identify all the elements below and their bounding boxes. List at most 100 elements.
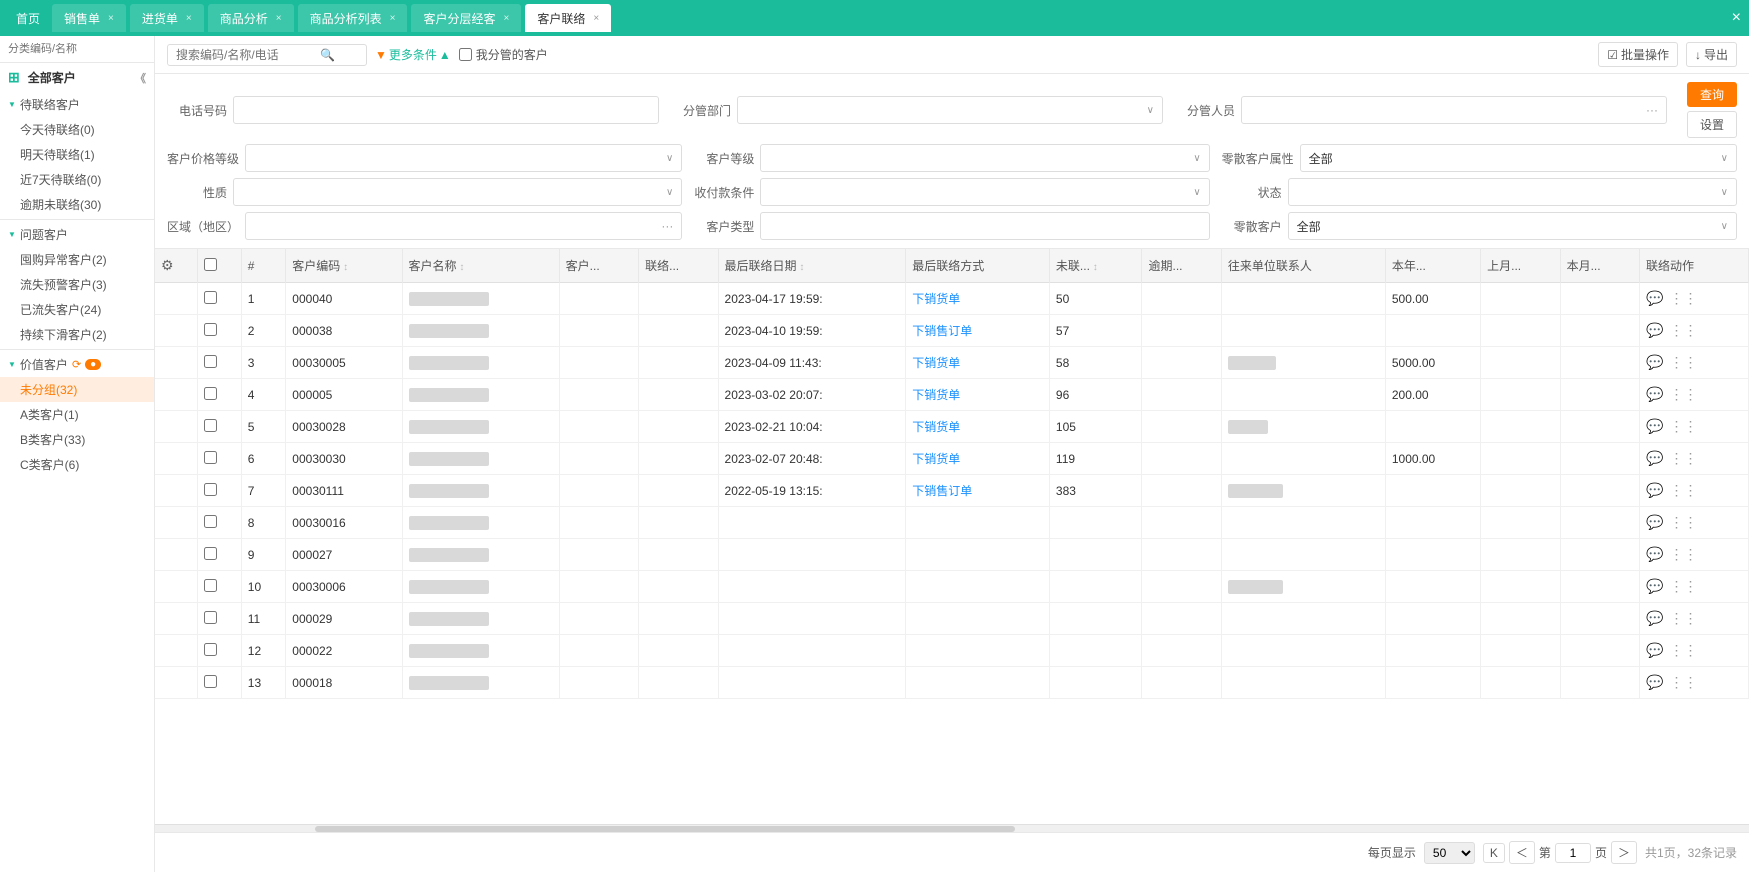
th-not-contact[interactable]: 未联... bbox=[1049, 249, 1142, 283]
retail-customer-input[interactable]: 全部 ∨ bbox=[1288, 212, 1737, 240]
tab-product-analysis-list[interactable]: 商品分析列表 × bbox=[298, 4, 408, 32]
main-search-input[interactable] bbox=[176, 48, 316, 62]
close-sales-order-icon[interactable]: × bbox=[108, 13, 114, 24]
row-checkbox[interactable] bbox=[204, 547, 217, 560]
row-last-way[interactable]: 下销售订单 bbox=[906, 475, 1050, 507]
th-settings[interactable]: ⚙ bbox=[155, 249, 197, 283]
row-gear-cell[interactable] bbox=[155, 507, 197, 539]
next-page-button[interactable]: ＞ bbox=[1611, 841, 1637, 864]
row-checkbox-cell[interactable] bbox=[197, 571, 241, 603]
row-checkbox[interactable] bbox=[204, 515, 217, 528]
menu-icon[interactable]: ⋮⋮ bbox=[1669, 642, 1697, 659]
menu-icon[interactable]: ⋮⋮ bbox=[1669, 546, 1697, 563]
menu-icon[interactable]: ⋮⋮ bbox=[1669, 322, 1697, 339]
chat-icon[interactable]: 💬 bbox=[1646, 418, 1663, 435]
row-checkbox[interactable] bbox=[204, 643, 217, 656]
menu-icon[interactable]: ⋮⋮ bbox=[1669, 290, 1697, 307]
menu-icon[interactable]: ⋮⋮ bbox=[1669, 514, 1697, 531]
row-checkbox-cell[interactable] bbox=[197, 411, 241, 443]
region-input[interactable]: ··· bbox=[245, 212, 682, 240]
chat-icon[interactable]: 💬 bbox=[1646, 578, 1663, 595]
my-customers-checkbox[interactable]: 我分管的客户 bbox=[459, 46, 548, 63]
row-gear-cell[interactable] bbox=[155, 539, 197, 571]
row-checkbox[interactable] bbox=[204, 323, 217, 336]
sidebar-item-7days[interactable]: 近7天待联络(0) bbox=[0, 167, 154, 192]
row-last-way[interactable] bbox=[906, 507, 1050, 539]
sidebar-item-churned[interactable]: 已流失客户(24) bbox=[0, 297, 154, 322]
row-checkbox-cell[interactable] bbox=[197, 475, 241, 507]
settings-icon[interactable]: ⚙ bbox=[161, 257, 174, 273]
close-purchase-order-icon[interactable]: × bbox=[186, 13, 192, 24]
row-last-way[interactable]: 下销售订单 bbox=[906, 315, 1050, 347]
row-checkbox[interactable] bbox=[204, 483, 217, 496]
customer-level-input[interactable]: ∨ bbox=[760, 144, 1209, 172]
scroll-thumb[interactable] bbox=[315, 826, 1015, 832]
row-checkbox-cell[interactable] bbox=[197, 283, 241, 315]
sidebar-item-class-c[interactable]: C类客户(6) bbox=[0, 452, 154, 477]
tab-customer-contact[interactable]: 客户联络 × bbox=[525, 4, 611, 32]
menu-icon[interactable]: ⋮⋮ bbox=[1669, 610, 1697, 627]
sidebar-item-ungrouped[interactable]: 未分组(32) bbox=[0, 377, 154, 402]
sidebar-item-overdue[interactable]: 逾期未联络(30) bbox=[0, 192, 154, 217]
th-last-date[interactable]: 最后联络日期 bbox=[718, 249, 906, 283]
row-gear-cell[interactable] bbox=[155, 571, 197, 603]
row-last-way[interactable]: 下销货单 bbox=[906, 379, 1050, 411]
row-checkbox[interactable] bbox=[204, 611, 217, 624]
row-last-way[interactable]: 下销货单 bbox=[906, 347, 1050, 379]
sidebar-item-class-a[interactable]: A类客户(1) bbox=[0, 402, 154, 427]
row-gear-cell[interactable] bbox=[155, 411, 197, 443]
chat-icon[interactable]: 💬 bbox=[1646, 322, 1663, 339]
row-checkbox[interactable] bbox=[204, 451, 217, 464]
row-last-way[interactable] bbox=[906, 635, 1050, 667]
close-product-analysis-list-icon[interactable]: × bbox=[390, 13, 396, 24]
chat-icon[interactable]: 💬 bbox=[1646, 674, 1663, 691]
page-size-select[interactable]: 50 100 200 bbox=[1424, 842, 1475, 864]
chat-icon[interactable]: 💬 bbox=[1646, 386, 1663, 403]
tab-product-analysis[interactable]: 商品分析 × bbox=[208, 4, 294, 32]
row-checkbox[interactable] bbox=[204, 291, 217, 304]
row-checkbox[interactable] bbox=[204, 387, 217, 400]
prev-page-button[interactable]: ＜ bbox=[1509, 841, 1535, 864]
sidebar-search-input[interactable] bbox=[8, 43, 150, 55]
home-tab[interactable]: 首页 bbox=[8, 10, 48, 27]
export-button[interactable]: ↓ 导出 bbox=[1686, 42, 1737, 67]
main-search-box[interactable]: 🔍 bbox=[167, 44, 367, 66]
sidebar-search-box[interactable]: 🔍 bbox=[0, 36, 154, 63]
th-checkbox[interactable] bbox=[197, 249, 241, 283]
select-all-checkbox[interactable] bbox=[204, 258, 217, 271]
row-checkbox-cell[interactable] bbox=[197, 507, 241, 539]
refresh-icon[interactable]: ⟳ bbox=[72, 358, 81, 371]
chat-icon[interactable]: 💬 bbox=[1646, 482, 1663, 499]
batch-op-button[interactable]: ☑ 批量操作 bbox=[1598, 42, 1678, 67]
my-customers-check[interactable] bbox=[459, 48, 472, 61]
more-conditions-btn[interactable]: ▼ 更多条件 ▲ bbox=[375, 46, 451, 63]
pending-contact-group[interactable]: ▼ 待联络客户 bbox=[0, 92, 154, 117]
chat-icon[interactable]: 💬 bbox=[1646, 610, 1663, 627]
menu-icon[interactable]: ⋮⋮ bbox=[1669, 482, 1697, 499]
main-search-icon[interactable]: 🔍 bbox=[320, 48, 335, 62]
problem-customers-group[interactable]: ▼ 问题客户 bbox=[0, 222, 154, 247]
status-input[interactable]: ∨ bbox=[1288, 178, 1737, 206]
row-gear-cell[interactable] bbox=[155, 443, 197, 475]
sidebar-item-declining[interactable]: 持续下滑客户(2) bbox=[0, 322, 154, 347]
reset-button[interactable]: 设置 bbox=[1687, 111, 1737, 138]
row-gear-cell[interactable] bbox=[155, 475, 197, 507]
row-last-way[interactable] bbox=[906, 539, 1050, 571]
row-checkbox[interactable] bbox=[204, 355, 217, 368]
tab-purchase-order[interactable]: 进货单 × bbox=[130, 4, 204, 32]
phone-input[interactable] bbox=[233, 96, 659, 124]
sidebar-item-today[interactable]: 今天待联络(0) bbox=[0, 117, 154, 142]
first-page-button[interactable]: K bbox=[1483, 843, 1505, 863]
row-last-way[interactable]: 下销货单 bbox=[906, 283, 1050, 315]
row-checkbox-cell[interactable] bbox=[197, 347, 241, 379]
chat-icon[interactable]: 💬 bbox=[1646, 546, 1663, 563]
chat-icon[interactable]: 💬 bbox=[1646, 642, 1663, 659]
menu-icon[interactable]: ⋮⋮ bbox=[1669, 674, 1697, 691]
page-number-input[interactable] bbox=[1555, 843, 1591, 863]
price-level-input[interactable]: ∨ bbox=[245, 144, 682, 172]
collapse-icon[interactable]: 《 bbox=[135, 70, 146, 86]
tab-sales-order[interactable]: 销售单 × bbox=[52, 4, 126, 32]
menu-icon[interactable]: ⋮⋮ bbox=[1669, 418, 1697, 435]
query-button[interactable]: 查询 bbox=[1687, 82, 1737, 107]
chat-icon[interactable]: 💬 bbox=[1646, 290, 1663, 307]
